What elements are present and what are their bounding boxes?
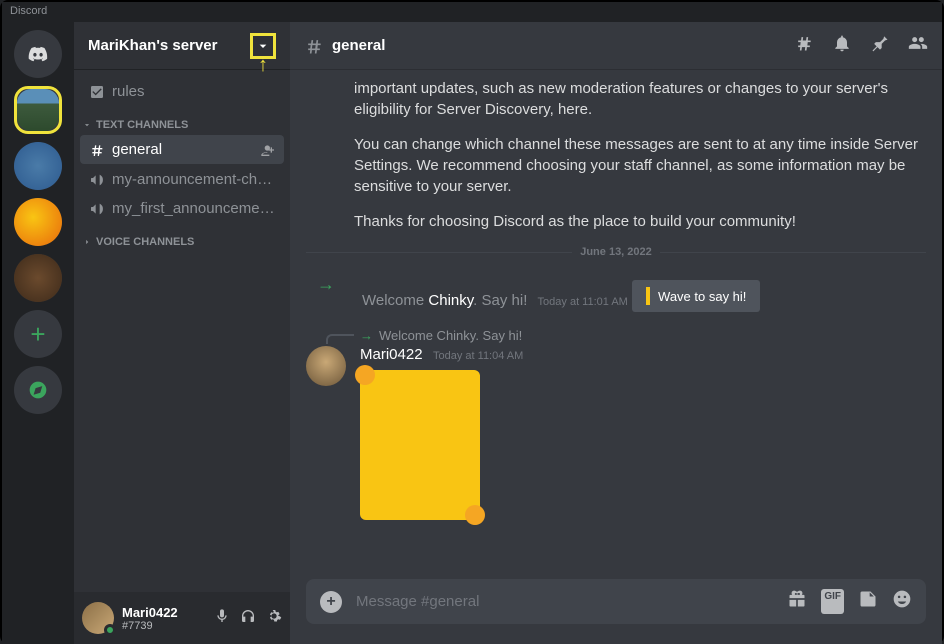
join-arrow-icon: → (306, 272, 346, 295)
mute-mic-button[interactable] (214, 608, 230, 629)
user-tag-label: #7739 (122, 620, 206, 632)
explore-servers-button[interactable] (14, 366, 62, 414)
server-item-2[interactable] (14, 142, 62, 190)
sticker-button[interactable] (858, 589, 878, 614)
notifications-button[interactable] (832, 33, 852, 58)
server-icon (14, 198, 62, 246)
mic-icon (214, 608, 230, 624)
message-input[interactable] (356, 593, 773, 610)
channel-label: my_first_announcemen... (112, 200, 276, 217)
category-label: TEXT CHANNELS (96, 119, 188, 131)
pin-icon (870, 33, 890, 53)
user-panel: Mari0422 #7739 (74, 592, 290, 644)
gift-button[interactable] (787, 589, 807, 614)
channel-list: rules TEXT CHANNELS general my-anno (74, 70, 290, 592)
members-button[interactable] (908, 33, 928, 58)
server-item-current[interactable] (14, 86, 62, 134)
annotation-arrow-icon: ↑ (258, 54, 268, 77)
gear-icon (266, 608, 282, 624)
discord-logo-icon (28, 44, 48, 64)
wave-to-say-hi-button[interactable]: Wave to say hi! (632, 280, 760, 312)
user-info[interactable]: Mari0422 #7739 (122, 605, 206, 632)
server-icon (14, 142, 62, 190)
channel-announcement-2[interactable]: my_first_announcemen... (80, 195, 284, 222)
wave-button-label: Wave to say hi! (658, 289, 746, 304)
channels-sidebar: MariKhan's server rules TEXT CHANNELS (74, 22, 290, 644)
reply-message: → Welcome Chinky. Say hi! Mari0422 Today… (306, 326, 926, 520)
sticker-icon (858, 589, 878, 609)
gift-icon (787, 589, 807, 609)
status-online-icon (104, 624, 116, 636)
add-server-button[interactable]: + (14, 310, 62, 358)
intro-paragraph-3: Thanks for choosing Discord as the place… (354, 211, 926, 232)
intro-paragraph-1: important updates, such as new moderatio… (354, 78, 926, 120)
reply-reference[interactable]: → Welcome Chinky. Say hi! (342, 326, 926, 344)
hash-icon (88, 142, 106, 158)
home-button[interactable] (14, 30, 62, 78)
window-titlebar: Discord (2, 2, 942, 22)
headphones-icon (240, 608, 256, 624)
server-item-4[interactable] (14, 254, 62, 302)
channel-label: rules (112, 83, 276, 100)
pinned-button[interactable] (870, 33, 890, 58)
message-author[interactable]: Mari0422 (360, 346, 423, 363)
server-name-label: MariKhan's server (88, 37, 217, 54)
create-invite-icon[interactable] (260, 140, 276, 159)
channel-title: general (332, 37, 385, 54)
divider-date-label: June 13, 2022 (580, 246, 652, 258)
server-icon (17, 89, 59, 131)
gif-button[interactable]: GIF (821, 589, 844, 614)
members-icon (908, 33, 928, 53)
channel-announcement-1[interactable]: my-announcement-cha... (80, 166, 284, 193)
channel-header: general (290, 22, 942, 70)
chevron-down-icon (255, 38, 271, 54)
deafen-button[interactable] (240, 608, 256, 629)
message-timestamp: Today at 11:04 AM (433, 350, 523, 362)
emoji-icon (892, 589, 912, 609)
threads-button[interactable] (794, 33, 814, 58)
server-icon (14, 254, 62, 302)
attach-button[interactable]: + (320, 591, 342, 613)
user-settings-button[interactable] (266, 608, 282, 629)
plus-icon: + (326, 593, 335, 611)
welcome-timestamp: Today at 11:01 AM (538, 296, 628, 308)
chevron-right-icon (82, 237, 92, 247)
plus-icon: + (30, 319, 45, 350)
app-title: Discord (10, 5, 47, 17)
threads-icon (794, 33, 814, 53)
hash-icon (304, 36, 324, 56)
channel-general[interactable]: general (80, 135, 284, 164)
message-scroller[interactable]: important updates, such as new moderatio… (290, 70, 942, 579)
wave-sticker-preview-icon (646, 287, 650, 305)
category-label: VOICE CHANNELS (96, 236, 194, 248)
emoji-button[interactable] (892, 589, 912, 614)
channel-rules[interactable]: rules (80, 78, 284, 105)
wave-sticker-attachment[interactable] (360, 370, 480, 520)
welcome-system-message: → Welcome Chinky. Say hi! Today at 11:01… (306, 272, 926, 312)
message-composer: + GIF (306, 579, 926, 624)
welcome-text: Welcome Chinky. Say hi! Today at 11:01 A… (362, 292, 632, 309)
message-avatar[interactable] (306, 346, 346, 386)
user-avatar[interactable] (82, 602, 114, 634)
server-rail: + (2, 22, 74, 644)
category-voice-channels[interactable]: VOICE CHANNELS (80, 224, 284, 252)
main-content: general important updates, such as new m… (290, 22, 942, 644)
intro-paragraph-2: You can change which channel these messa… (354, 134, 926, 197)
category-text-channels[interactable]: TEXT CHANNELS (80, 107, 284, 135)
user-name-label: Mari0422 (122, 605, 206, 620)
channel-label: general (112, 141, 254, 158)
join-arrow-icon: → (360, 328, 373, 343)
compass-icon (28, 380, 48, 400)
reply-spine-icon (326, 334, 354, 344)
channel-label: my-announcement-cha... (112, 171, 276, 188)
megaphone-icon (88, 201, 106, 217)
date-divider: June 13, 2022 (306, 246, 926, 258)
megaphone-icon (88, 172, 106, 188)
rules-icon (88, 84, 106, 100)
chevron-down-icon (82, 120, 92, 130)
server-item-3[interactable] (14, 198, 62, 246)
bell-icon (832, 33, 852, 53)
reply-ref-text: Welcome Chinky. Say hi! (379, 328, 522, 343)
